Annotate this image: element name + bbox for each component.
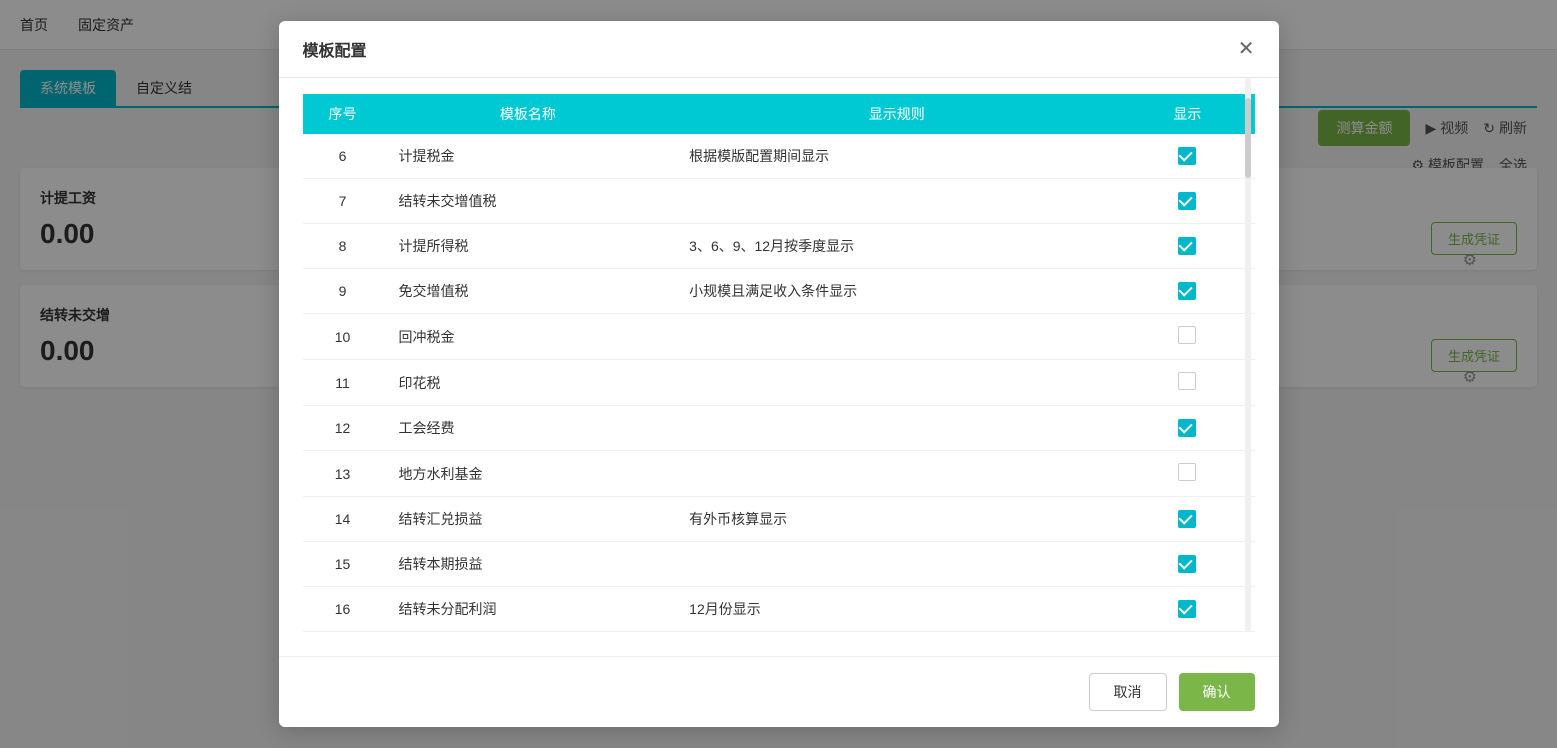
cell-check: [1120, 314, 1254, 360]
cell-rule: 根据模版配置期间显示: [673, 134, 1120, 179]
checkbox-checked[interactable]: [1178, 419, 1196, 437]
table-row: 9免交增值税小规模且满足收入条件显示: [303, 269, 1255, 314]
cell-rule: [673, 314, 1120, 360]
cell-seq: 10: [303, 314, 383, 360]
col-display: 显示: [1120, 94, 1254, 134]
checkbox-checked[interactable]: [1178, 510, 1196, 528]
modal-template-config: 模板配置 ✕ 序号 模板名称 显示规则 显示 6计提税金根据模版配置期间显: [279, 21, 1279, 727]
modal-header: 模板配置 ✕: [279, 21, 1279, 78]
table-row: 15结转本期损益: [303, 542, 1255, 587]
checkbox-checked[interactable]: [1178, 147, 1196, 165]
cell-seq: 6: [303, 134, 383, 179]
cell-name: 免交增值税: [383, 269, 674, 314]
scrollbar-thumb[interactable]: [1245, 98, 1251, 178]
cell-name: 结转未交增值税: [383, 179, 674, 224]
cell-seq: 14: [303, 497, 383, 542]
scrollbar-track: [1245, 78, 1251, 632]
table-row: 10回冲税金: [303, 314, 1255, 360]
cell-check: [1120, 542, 1254, 587]
cell-check: [1120, 406, 1254, 451]
cell-check: [1120, 360, 1254, 406]
table-header-row: 序号 模板名称 显示规则 显示: [303, 94, 1255, 134]
cell-seq: 8: [303, 224, 383, 269]
cell-rule: [673, 542, 1120, 587]
cell-seq: 13: [303, 451, 383, 497]
cell-check: [1120, 497, 1254, 542]
confirm-button[interactable]: 确认: [1179, 673, 1255, 711]
cell-check: [1120, 134, 1254, 179]
checkbox-checked[interactable]: [1178, 192, 1196, 210]
cell-check: [1120, 587, 1254, 632]
cell-name: 结转本期损益: [383, 542, 674, 587]
cell-rule: [673, 406, 1120, 451]
cell-rule: 12月份显示: [673, 587, 1120, 632]
cell-check: [1120, 269, 1254, 314]
checkbox-checked[interactable]: [1178, 237, 1196, 255]
table-row: 14结转汇兑损益有外币核算显示: [303, 497, 1255, 542]
checkbox-checked[interactable]: [1178, 600, 1196, 618]
table-row: 8计提所得税3、6、9、12月按季度显示: [303, 224, 1255, 269]
modal-title: 模板配置: [303, 37, 367, 61]
cell-rule: 小规模且满足收入条件显示: [673, 269, 1120, 314]
cell-check: [1120, 224, 1254, 269]
cell-name: 结转未分配利润: [383, 587, 674, 632]
cell-rule: [673, 451, 1120, 497]
modal-body: 序号 模板名称 显示规则 显示 6计提税金根据模版配置期间显示7结转未交增值税8…: [279, 78, 1279, 656]
template-table: 序号 模板名称 显示规则 显示 6计提税金根据模版配置期间显示7结转未交增值税8…: [303, 94, 1255, 632]
cell-name: 工会经费: [383, 406, 674, 451]
col-name: 模板名称: [383, 94, 674, 134]
col-rule: 显示规则: [673, 94, 1120, 134]
checkbox-checked[interactable]: [1178, 555, 1196, 573]
cell-seq: 7: [303, 179, 383, 224]
cell-name: 计提税金: [383, 134, 674, 179]
cell-name: 回冲税金: [383, 314, 674, 360]
col-seq: 序号: [303, 94, 383, 134]
checkbox-checked[interactable]: [1178, 282, 1196, 300]
cell-rule: 3、6、9、12月按季度显示: [673, 224, 1120, 269]
checkbox-unchecked[interactable]: [1178, 326, 1196, 344]
table-row: 16结转未分配利润12月份显示: [303, 587, 1255, 632]
checkbox-unchecked[interactable]: [1178, 463, 1196, 481]
cell-name: 结转汇兑损益: [383, 497, 674, 542]
table-row: 7结转未交增值税: [303, 179, 1255, 224]
cell-seq: 11: [303, 360, 383, 406]
cell-seq: 16: [303, 587, 383, 632]
cell-check: [1120, 179, 1254, 224]
cell-seq: 15: [303, 542, 383, 587]
table-row: 13地方水利基金: [303, 451, 1255, 497]
cell-rule: [673, 179, 1120, 224]
cell-rule: [673, 360, 1120, 406]
modal-footer: 取消 确认: [279, 656, 1279, 727]
table-row: 12工会经费: [303, 406, 1255, 451]
modal-overlay: 模板配置 ✕ 序号 模板名称 显示规则 显示 6计提税金根据模版配置期间显: [0, 0, 1557, 748]
checkbox-unchecked[interactable]: [1178, 372, 1196, 390]
table-container: 序号 模板名称 显示规则 显示 6计提税金根据模版配置期间显示7结转未交增值税8…: [303, 78, 1255, 632]
table-row: 11印花税: [303, 360, 1255, 406]
cell-name: 地方水利基金: [383, 451, 674, 497]
cell-name: 计提所得税: [383, 224, 674, 269]
modal-close-button[interactable]: ✕: [1238, 39, 1255, 59]
cell-seq: 9: [303, 269, 383, 314]
cell-check: [1120, 451, 1254, 497]
cell-name: 印花税: [383, 360, 674, 406]
cell-seq: 12: [303, 406, 383, 451]
cell-rule: 有外币核算显示: [673, 497, 1120, 542]
table-row: 6计提税金根据模版配置期间显示: [303, 134, 1255, 179]
cancel-button[interactable]: 取消: [1089, 673, 1167, 711]
